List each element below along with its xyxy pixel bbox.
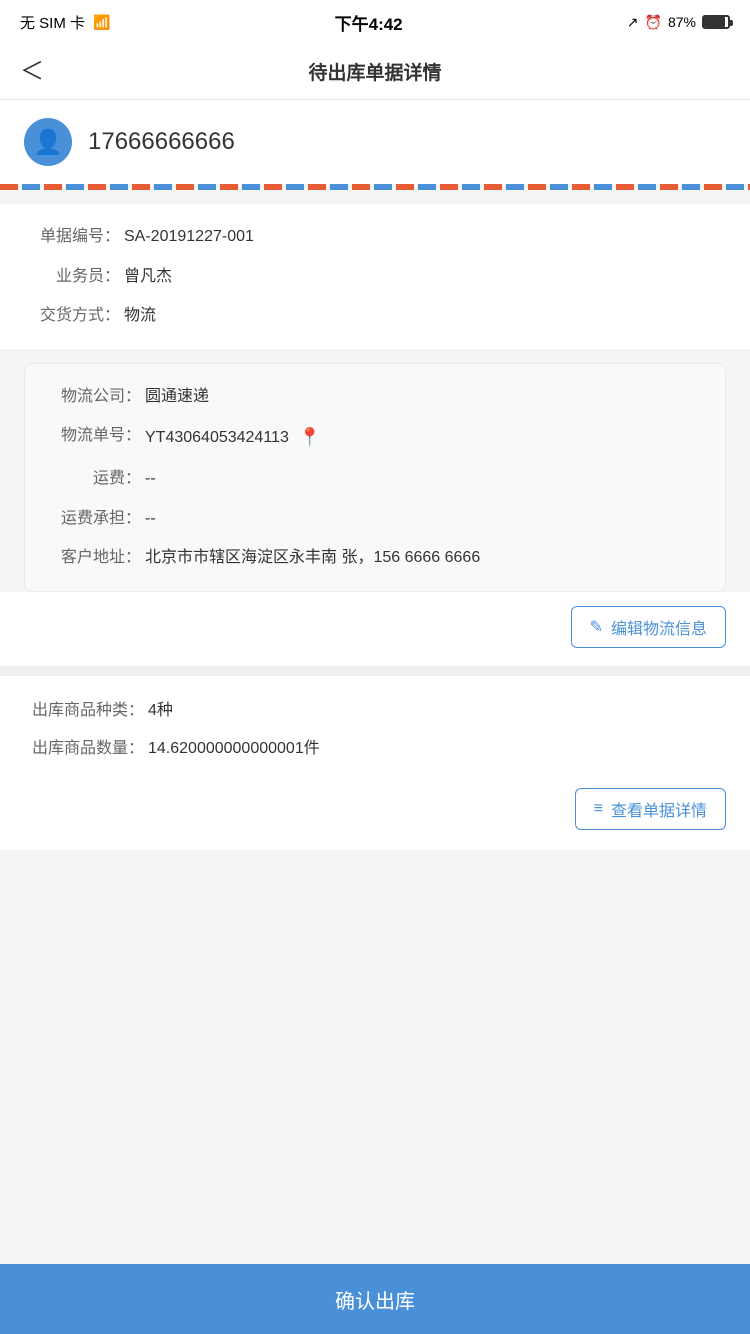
freight-bearer-row: 运费承担： -- [45,506,705,532]
tracking-number-row: 物流单号： YT43064053424113 📍 [45,423,705,452]
customer-address-row: 客户地址： 北京市市辖区海淀区永丰南 张，156 6666 6666 [45,545,705,571]
customer-header: 👤 17666666666 [0,100,750,184]
battery-percentage: 87% [668,14,696,30]
avatar: 👤 [24,118,72,166]
document-number-value: SA-20191227-001 [124,224,726,250]
freight-value: -- [145,466,705,492]
freight-label: 运费： [45,466,141,492]
goods-section: 出库商品种类： 4种 出库商品数量： 14.620000000000001件 [0,676,750,778]
list-icon: ≡ [594,800,603,818]
goods-types-row: 出库商品种类： 4种 [24,696,726,720]
battery-icon [702,15,730,29]
alarm-icon: ⏰ [645,14,662,31]
wifi-icon: 📶 [93,14,110,31]
status-left: 无 SIM 卡 📶 [20,12,110,33]
customer-phone: 17666666666 [88,128,235,156]
map-pin-icon[interactable]: 📍 [299,423,321,452]
salesman-label: 业务员： [24,264,120,290]
document-number-row: 单据编号： SA-20191227-001 [24,224,726,250]
view-detail-label: 查看单据详情 [611,797,707,821]
edit-logistics-button[interactable]: ✎ 编辑物流信息 [571,606,726,648]
tracking-number-value: YT43064053424113 📍 [145,423,705,452]
freight-bearer-label: 运费承担： [45,506,141,532]
logistics-company-label: 物流公司： [45,384,141,410]
salesman-row: 业务员： 曾凡杰 [24,264,726,290]
spacer [0,850,750,1050]
logistics-company-row: 物流公司： 圆通速递 [45,384,705,410]
salesman-value: 曾凡杰 [124,264,726,290]
goods-types-value: 4种 [148,696,173,720]
section-separator [0,666,750,676]
freight-bearer-value: -- [145,506,705,532]
status-bar: 无 SIM 卡 📶 下午4:42 ↗ ⏰ 87% [0,0,750,44]
location-status-icon: ↗ [627,14,639,31]
freight-row: 运费： -- [45,466,705,492]
confirm-outbound-button[interactable]: 确认出库 [0,1264,750,1334]
tracking-number-label: 物流单号： [45,423,141,449]
avatar-icon: 👤 [33,128,63,157]
status-right: ↗ ⏰ 87% [627,14,730,31]
goods-quantity-label: 出库商品数量： [24,734,144,758]
dashed-divider [0,184,750,190]
confirm-outbound-label: 确认出库 [335,1285,415,1314]
logistics-card: 物流公司： 圆通速递 物流单号： YT43064053424113 📍 运费： … [24,363,726,592]
back-button[interactable]: ＜ [20,60,44,84]
edit-logistics-label: 编辑物流信息 [611,615,707,639]
carrier-label: 无 SIM 卡 [20,12,85,33]
goods-quantity-value: 14.620000000000001件 [148,734,320,758]
delivery-method-label: 交货方式： [24,303,120,329]
goods-quantity-row: 出库商品数量： 14.620000000000001件 [24,734,726,758]
view-btn-wrap: ≡ 查看单据详情 [0,778,750,850]
edit-icon: ✎ [590,617,603,637]
logistics-company-value: 圆通速递 [145,384,705,410]
status-time: 下午4:42 [335,10,403,35]
goods-types-label: 出库商品种类： [24,696,144,720]
order-info-section: 单据编号： SA-20191227-001 业务员： 曾凡杰 交货方式： 物流 [0,204,750,349]
delivery-method-row: 交货方式： 物流 [24,303,726,329]
view-detail-button[interactable]: ≡ 查看单据详情 [575,788,726,830]
customer-address-value: 北京市市辖区海淀区永丰南 张，156 6666 6666 [145,545,705,571]
nav-title: 待出库单据详情 [308,58,441,85]
delivery-method-value: 物流 [124,303,726,329]
edit-btn-wrap: ✎ 编辑物流信息 [0,592,750,666]
nav-bar: ＜ 待出库单据详情 [0,44,750,100]
document-number-label: 单据编号： [24,224,120,250]
customer-address-label: 客户地址： [45,545,141,571]
